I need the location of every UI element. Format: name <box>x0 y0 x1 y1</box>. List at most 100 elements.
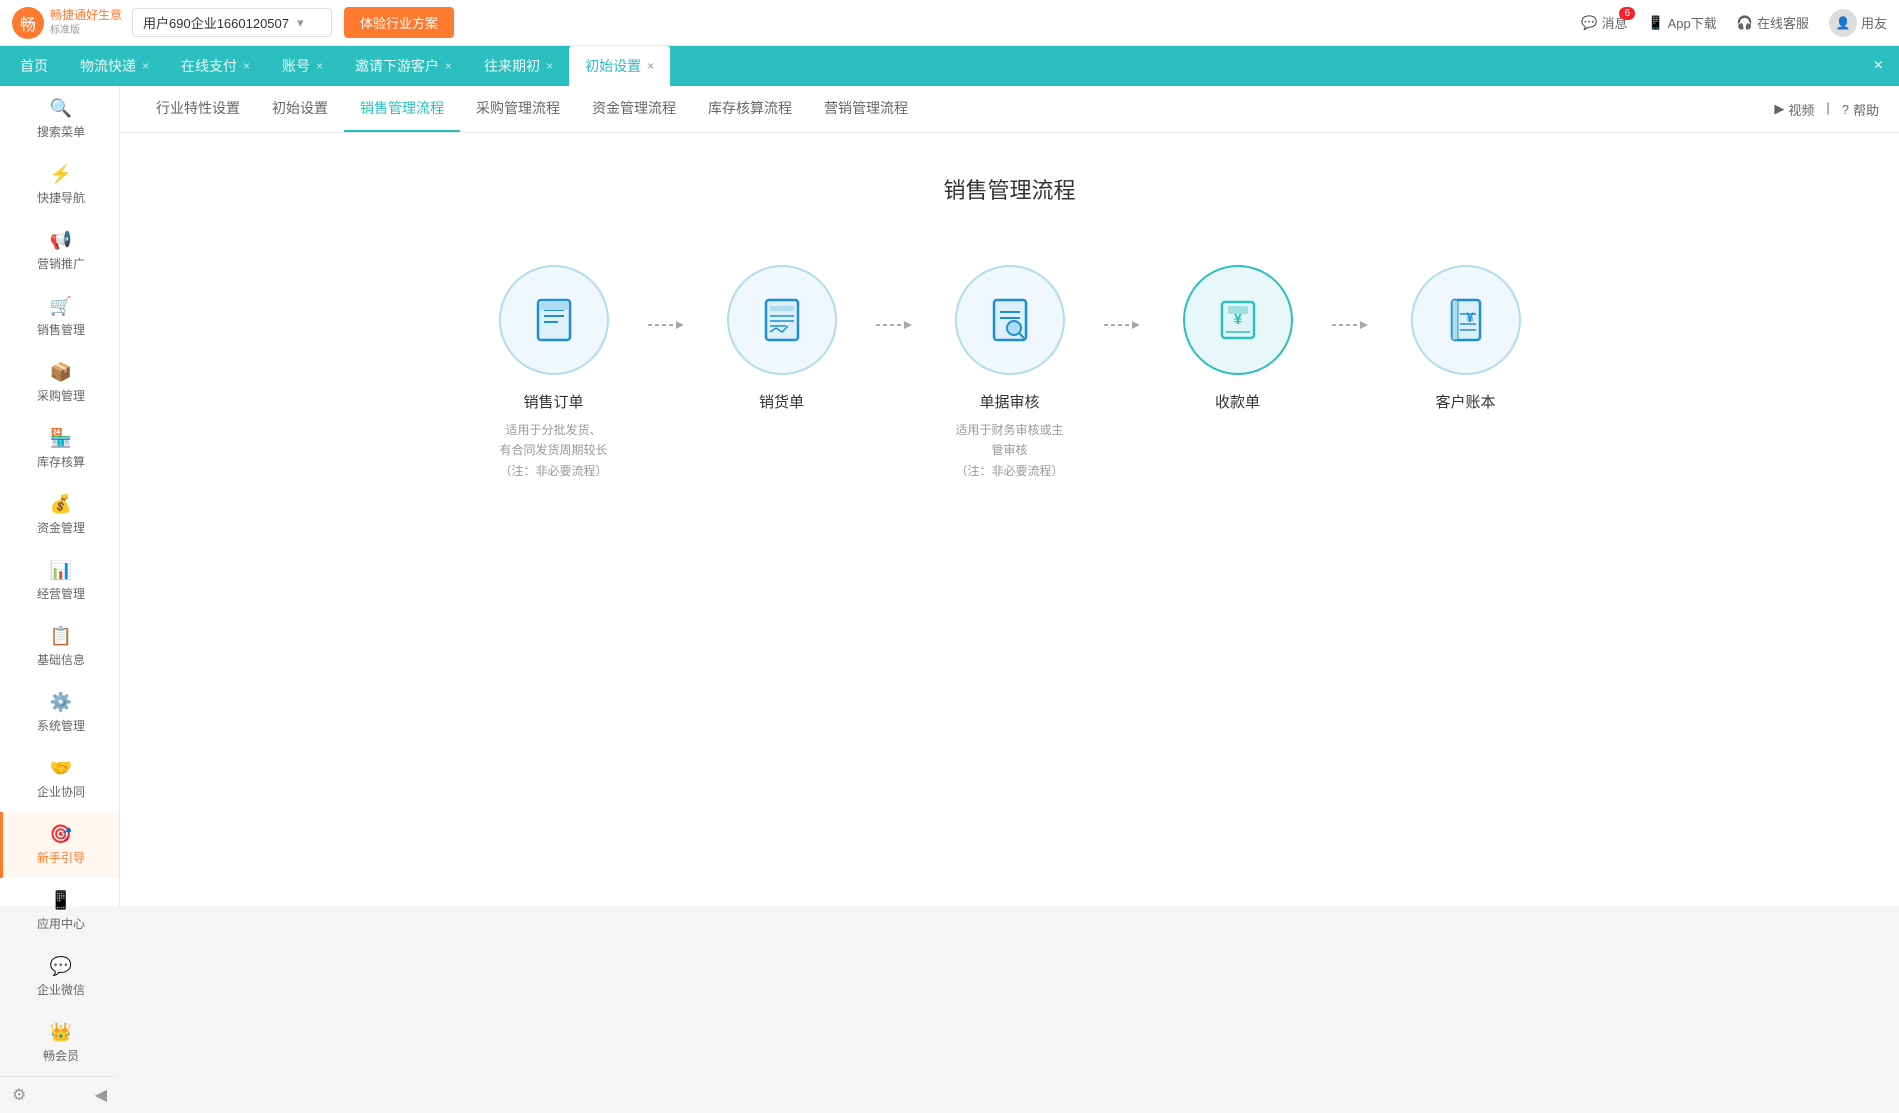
online-service-button[interactable]: 🎧 在线客服 <box>1737 13 1809 32</box>
close-icon[interactable]: × <box>316 59 323 73</box>
sub-tab-sales-flow[interactable]: 销售管理流程 <box>344 86 460 132</box>
svg-text:¥: ¥ <box>1466 309 1474 325</box>
logo-icon: 畅 <box>12 7 44 39</box>
sidebar-item-purchase[interactable]: 📦 采购管理 <box>0 350 119 416</box>
logo-area: 畅 畅捷通好生意 标准版 <box>12 7 132 39</box>
flow-name-ledger: 客户账本 <box>1435 391 1495 412</box>
sidebar-item-basic-info[interactable]: 📋 基础信息 <box>0 614 119 680</box>
sub-tab-finance-flow[interactable]: 资金管理流程 <box>576 86 692 132</box>
message-button[interactable]: 💬 消息 6 <box>1581 13 1627 32</box>
flow-name-invoice: 销货单 <box>759 391 804 412</box>
clipboard-icon: 📋 <box>50 626 72 647</box>
crown-icon: 👑 <box>50 1022 72 1043</box>
flow-circle-ledger: ¥ <box>1411 265 1521 375</box>
sidebar-item-appcenter[interactable]: 📱 应用中心 <box>0 878 119 944</box>
user-menu[interactable]: 👤 用友 <box>1829 9 1887 37</box>
gear-icon: ⚙️ <box>50 692 72 713</box>
warehouse-icon: 🏪 <box>50 428 72 449</box>
sub-tabs: 行业特性设置 初始设置 销售管理流程 采购管理流程 资金管理流程 库存核算流程 … <box>120 86 1899 133</box>
flow-step-receipt[interactable]: ¥ 收款单 <box>1148 265 1328 420</box>
flow-step-sales-order[interactable]: 销售订单 适用于分批发货、有合同发货周期较长（注：非必要流程） <box>464 265 644 481</box>
sidebar-item-quicknav[interactable]: ⚡ 快捷导航 <box>0 152 119 218</box>
search-icon: 🔍 <box>50 98 72 119</box>
close-all-tabs-button[interactable]: × <box>1862 57 1895 75</box>
flow-desc-review: 适用于财务审核或主管审核（注：非必要流程） <box>955 420 1063 481</box>
flow-circle-review <box>955 265 1065 375</box>
flow-arrow-2 <box>876 265 916 335</box>
collapse-icon[interactable]: ◀ <box>95 1085 107 1105</box>
avatar: 👤 <box>1829 9 1857 37</box>
flow-step-review[interactable]: 单据审核 适用于财务审核或主管审核（注：非必要流程） <box>920 265 1100 481</box>
flow-name-receipt: 收款单 <box>1215 391 1260 412</box>
flow-diagram: 销售订单 适用于分批发货、有合同发货周期较长（注：非必要流程） <box>140 265 1879 481</box>
help-icon: ? <box>1842 102 1849 117</box>
flow-desc-sales-order: 适用于分批发货、有合同发货周期较长（注：非必要流程） <box>499 420 607 481</box>
megaphone-icon: 📢 <box>50 230 72 251</box>
sidebar-item-finance[interactable]: 💰 资金管理 <box>0 482 119 548</box>
sidebar-item-newguide[interactable]: 🎯 新手引导 <box>0 812 119 878</box>
sidebar-item-enterprise[interactable]: 🤝 企业协同 <box>0 746 119 812</box>
close-icon[interactable]: × <box>445 59 452 73</box>
sub-tab-purchase-flow[interactable]: 采购管理流程 <box>460 86 576 132</box>
flow-arrow-4 <box>1332 265 1372 335</box>
flow-arrow-1 <box>648 265 688 335</box>
video-action[interactable]: ▶ 视频 <box>1774 100 1814 119</box>
nav-tab-home[interactable]: 首页 <box>4 46 64 86</box>
phone-icon: 📱 <box>50 890 72 911</box>
box-icon: 📦 <box>50 362 72 383</box>
chart-icon: 📊 <box>50 560 72 581</box>
handshake-icon: 🤝 <box>50 758 72 779</box>
flow-name-sales-order: 销售订单 <box>523 391 583 412</box>
main-layout: 🔍 搜索菜单 ⚡ 快捷导航 📢 营销推广 🛒 销售管理 📦 采购管理 🏪 库存核… <box>0 86 1899 906</box>
flow-arrow-3 <box>1104 265 1144 335</box>
chevron-down-icon: ▾ <box>297 15 304 31</box>
close-icon[interactable]: × <box>243 59 250 73</box>
sub-tab-industry[interactable]: 行业特性设置 <box>140 86 256 132</box>
help-action[interactable]: ? 帮助 <box>1842 100 1879 119</box>
flow-content: 销售管理流程 销售订单 适用于分批 <box>120 133 1899 521</box>
flow-step-invoice[interactable]: 销货单 <box>692 265 872 420</box>
flow-circle-sales-order <box>499 265 609 375</box>
sidebar-item-inventory[interactable]: 🏪 库存核算 <box>0 416 119 482</box>
close-icon[interactable]: × <box>142 59 149 73</box>
headset-icon: 🎧 <box>1737 15 1753 31</box>
nav-tab-initial-setup[interactable]: 初始设置 × <box>569 46 670 86</box>
settings-bottom-icon[interactable]: ⚙ <box>12 1085 26 1105</box>
top-bar: 畅 畅捷通好生意 标准版 用户690企业1660120507 ▾ 体验行业方案 … <box>0 0 1899 46</box>
sidebar: 🔍 搜索菜单 ⚡ 快捷导航 📢 营销推广 🛒 销售管理 📦 采购管理 🏪 库存核… <box>0 86 120 906</box>
sidebar-item-wechat[interactable]: 💬 企业微信 <box>0 944 119 1010</box>
guide-icon: 🎯 <box>50 824 72 845</box>
phone-icon: 📱 <box>1647 15 1663 31</box>
sidebar-item-marketing[interactable]: 📢 营销推广 <box>0 218 119 284</box>
sidebar-item-member[interactable]: 👑 畅会员 <box>0 1010 119 1076</box>
nav-tab-logistics[interactable]: 物流快递 × <box>64 46 165 86</box>
app-download-button[interactable]: 📱 App下载 <box>1647 13 1716 32</box>
nav-tab-payment[interactable]: 在线支付 × <box>165 46 266 86</box>
nav-tab-invite[interactable]: 邀请下游客户 × <box>339 46 468 86</box>
nav-tab-period[interactable]: 往来期初 × <box>468 46 569 86</box>
close-icon[interactable]: × <box>546 59 553 73</box>
user-selector[interactable]: 用户690企业1660120507 ▾ <box>132 8 332 37</box>
sub-tab-marketing-flow[interactable]: 营销管理流程 <box>808 86 924 132</box>
flow-step-ledger[interactable]: ¥ 客户账本 <box>1376 265 1556 420</box>
sidebar-item-system[interactable]: ⚙️ 系统管理 <box>0 680 119 746</box>
play-icon: ▶ <box>1774 101 1784 117</box>
flow-name-review: 单据审核 <box>979 391 1039 412</box>
sub-tab-inventory-flow[interactable]: 库存核算流程 <box>692 86 808 132</box>
sub-tab-initial[interactable]: 初始设置 <box>256 86 344 132</box>
close-icon[interactable]: × <box>647 59 654 73</box>
sub-tab-actions: ▶ 视频 | ? 帮助 <box>1774 100 1879 119</box>
logo-text: 畅捷通好生意 标准版 <box>50 8 122 37</box>
message-icon: 💬 <box>1581 15 1597 31</box>
lightning-icon: ⚡ <box>50 164 72 185</box>
sidebar-item-sales[interactable]: 🛒 销售管理 <box>0 284 119 350</box>
sidebar-item-operations[interactable]: 📊 经营管理 <box>0 548 119 614</box>
wechat-icon: 💬 <box>50 956 72 977</box>
sidebar-item-search[interactable]: 🔍 搜索菜单 <box>0 86 119 152</box>
experience-button[interactable]: 体验行业方案 <box>344 7 454 38</box>
nav-tab-account[interactable]: 账号 × <box>266 46 339 86</box>
sidebar-bottom: ⚙ ◀ <box>0 1076 119 1113</box>
flow-title: 销售管理流程 <box>140 173 1879 205</box>
nav-tabs: 首页 物流快递 × 在线支付 × 账号 × 邀请下游客户 × 往来期初 × 初始… <box>0 46 1899 86</box>
content-area: 行业特性设置 初始设置 销售管理流程 采购管理流程 资金管理流程 库存核算流程 … <box>120 86 1899 906</box>
